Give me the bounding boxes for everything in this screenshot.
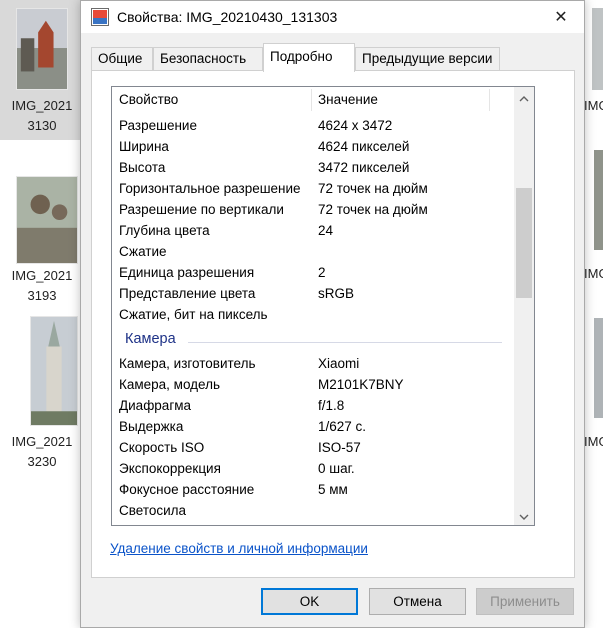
chevron-up-icon: [519, 90, 529, 105]
property-value: M2101K7BNY: [318, 377, 404, 392]
property-name: Выдержка: [119, 419, 184, 434]
remove-properties-link[interactable]: Удаление свойств и личной информации: [110, 541, 368, 556]
column-value[interactable]: Значение: [311, 87, 489, 113]
property-row[interactable]: Экспокоррекция 0 шаг.: [112, 458, 514, 479]
property-name: Разрешение: [119, 118, 197, 133]
photo-thumbnail: [594, 150, 603, 250]
photo-thumbnail: [594, 318, 603, 418]
property-name: Фокусное расстояние: [119, 482, 255, 497]
property-value: 0 шаг.: [318, 461, 355, 476]
group-label: Камера: [125, 331, 176, 347]
property-row[interactable]: Светосила: [112, 500, 514, 521]
scroll-down-button[interactable]: [514, 505, 534, 525]
property-row[interactable]: Разрешение по вертикали 72 точек на дюйм: [112, 199, 514, 220]
property-row[interactable]: Представление цвета sRGB: [112, 283, 514, 304]
vertical-scrollbar[interactable]: [514, 87, 534, 525]
file-name-line1: IMG_2021: [11, 434, 73, 449]
photo-thumbnail: [592, 8, 603, 90]
tab-security[interactable]: Безопасность: [153, 47, 263, 71]
property-row[interactable]: Камера, модель M2101K7BNY: [112, 374, 514, 395]
file-name-line1: IMG_2021: [11, 98, 73, 113]
property-value: 1/627 с.: [318, 419, 367, 434]
property-row[interactable]: Единица разрешения 2: [112, 262, 514, 283]
property-name: Глубина цвета: [119, 223, 210, 238]
property-value: sRGB: [318, 286, 355, 301]
property-name: Единица разрешения: [119, 265, 255, 280]
property-name: Сжатие: [119, 244, 167, 259]
file-name-line2: 3130: [27, 118, 57, 133]
property-row[interactable]: Сжатие: [112, 241, 514, 262]
group-divider: [188, 342, 502, 343]
property-name: Диафрагма: [119, 398, 192, 413]
photo-thumbnail: [16, 8, 68, 90]
property-row[interactable]: Фокусное расстояние 5 мм: [112, 479, 514, 500]
photo-thumbnail: [30, 316, 78, 426]
property-name: Ширина: [119, 139, 169, 154]
file-name-line2: 3230: [27, 454, 57, 469]
property-row[interactable]: Высота 3472 пикселей: [112, 157, 514, 178]
tab-general[interactable]: Общие: [91, 47, 153, 71]
property-value: 3472 пикселей: [318, 160, 410, 175]
property-row[interactable]: Глубина цвета 24: [112, 220, 514, 241]
property-value: 24: [318, 223, 334, 238]
property-name: Разрешение по вертикали: [119, 202, 284, 217]
property-name: Экспокоррекция: [119, 461, 221, 476]
property-value: 72 точек на дюйм: [318, 181, 428, 196]
property-name: Представление цвета: [119, 286, 256, 301]
property-value: 72 точек на дюйм: [318, 202, 428, 217]
property-name: Камера, модель: [119, 377, 221, 392]
property-row[interactable]: Горизонтальное разрешение 72 точек на дюй…: [112, 178, 514, 199]
file-name-line2: 3193: [27, 288, 57, 303]
close-icon: ✕: [554, 9, 568, 26]
property-row[interactable]: Выдержка 1/627 с.: [112, 416, 514, 437]
property-row[interactable]: Скорость ISO ISO-57: [112, 437, 514, 458]
property-row[interactable]: Камера, изготовитель Xiaomi: [112, 353, 514, 374]
close-button[interactable]: ✕: [538, 1, 584, 33]
apply-button[interactable]: Применить: [476, 588, 574, 615]
image-properties-icon: [91, 8, 109, 26]
scroll-thumb[interactable]: [516, 187, 532, 298]
property-value: 2: [318, 265, 326, 280]
file-name-line1: IMG: [584, 434, 603, 449]
ok-button[interactable]: OK: [261, 588, 358, 615]
property-value: 5 мм: [318, 482, 348, 497]
property-value: ISO-57: [318, 440, 361, 455]
window-title: Свойства: IMG_20210430_131303: [117, 9, 338, 25]
file-item[interactable]: IMG_2021 3230: [0, 310, 84, 470]
property-value: 4624 пикселей: [318, 139, 410, 154]
properties-list[interactable]: Свойство Значение Разрешение 4624 x 3472 Ш…: [111, 86, 535, 526]
property-value: 4624 x 3472: [318, 118, 393, 133]
property-value: f/1.8: [318, 398, 345, 413]
property-row[interactable]: Диафрагма f/1.8: [112, 395, 514, 416]
title-bar[interactable]: Свойства: IMG_20210430_131303 ✕: [81, 1, 584, 33]
property-row[interactable]: Разрешение 4624 x 3472: [112, 115, 514, 136]
file-name-line1: IMG: [584, 98, 603, 113]
property-name: Камера, изготовитель: [119, 356, 256, 371]
property-name: Сжатие, бит на пиксель: [119, 307, 268, 322]
file-name-line1: IMG_2021: [11, 268, 73, 283]
details-panel: Свойство Значение Разрешение 4624 x 3472 Ш…: [91, 70, 575, 578]
chevron-down-icon: [519, 508, 529, 523]
properties-dialog: Свойства: IMG_20210430_131303 ✕ Общие Бе…: [80, 0, 585, 628]
property-name: Горизонтальное разрешение: [119, 181, 301, 196]
property-name: Высота: [119, 160, 166, 175]
group-header-camera[interactable]: Камера: [112, 328, 514, 354]
tab-previous-versions[interactable]: Предыдущие версии: [355, 47, 500, 71]
column-header: Свойство Значение: [112, 87, 514, 113]
column-divider[interactable]: [489, 89, 490, 111]
file-item[interactable]: IMG_2021 3193: [0, 170, 84, 310]
property-name: Скорость ISO: [119, 440, 205, 455]
column-property[interactable]: Свойство: [112, 87, 312, 113]
tab-details[interactable]: Подробно: [263, 43, 355, 72]
scroll-up-button[interactable]: [514, 87, 534, 107]
property-row[interactable]: Сжатие, бит на пиксель: [112, 304, 514, 325]
cancel-button[interactable]: Отмена: [369, 588, 466, 615]
photo-thumbnail: [16, 176, 78, 264]
property-name: Светосила: [119, 503, 187, 518]
file-name-line1: IMG: [584, 266, 603, 281]
file-item[interactable]: IMG_2021 3130: [0, 0, 84, 140]
property-value: Xiaomi: [318, 356, 360, 371]
property-row[interactable]: Ширина 4624 пикселей: [112, 136, 514, 157]
